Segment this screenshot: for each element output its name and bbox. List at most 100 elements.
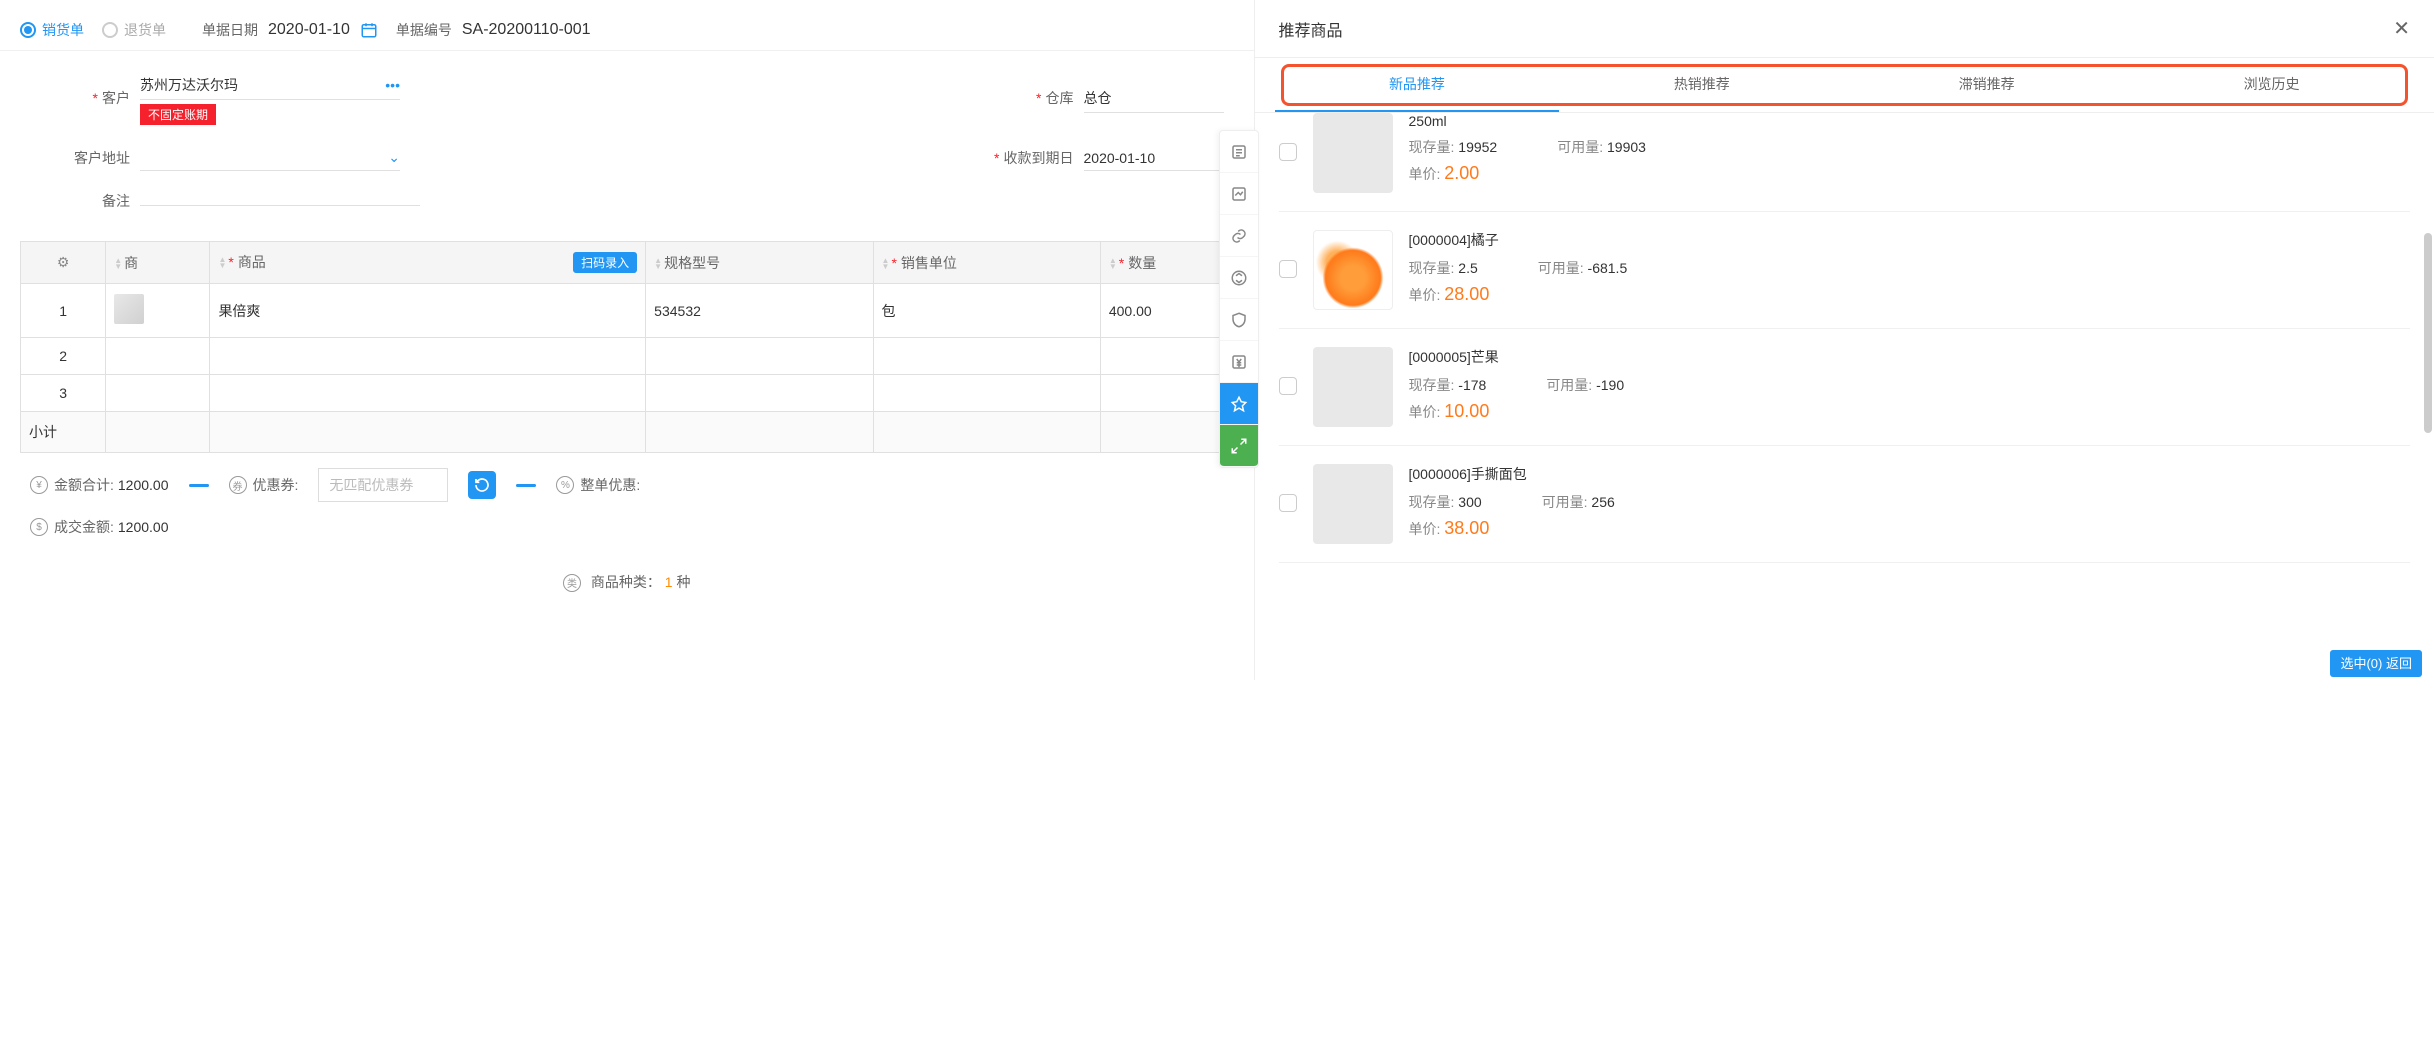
row-product[interactable]: 果倍爽: [210, 284, 646, 338]
account-period-badge: 不固定账期: [140, 104, 216, 125]
doc-date-value[interactable]: 2020-01-10: [268, 21, 350, 39]
row-thumb: [106, 375, 210, 412]
subtotal-label: 小计: [21, 412, 106, 453]
total-value: 1200.00: [118, 477, 169, 493]
product-checkbox[interactable]: [1279, 494, 1297, 512]
row-index: 3: [21, 375, 106, 412]
product-image: [1313, 230, 1393, 310]
product-name: [0000006]手撕面包: [1409, 464, 2410, 484]
col-spec[interactable]: 规格型号: [664, 255, 720, 271]
product-checkbox[interactable]: [1279, 143, 1297, 161]
row-spec[interactable]: [646, 375, 873, 412]
currency-icon[interactable]: [1220, 341, 1258, 383]
product-row: [0000005]芒果现存量: -178可用量: -190单价: 10.00: [1279, 329, 2410, 446]
refresh-button[interactable]: [468, 471, 496, 499]
chevron-down-icon[interactable]: ⌄: [388, 149, 400, 166]
product-type-label: 商品种类：: [591, 574, 661, 590]
tab-hot-sales[interactable]: 热销推荐: [1559, 58, 1844, 112]
table-row[interactable]: 2: [21, 338, 1234, 375]
stock-value: 19952: [1458, 139, 1497, 155]
avail-value: 256: [1591, 494, 1614, 510]
more-icon[interactable]: •••: [385, 77, 400, 93]
coupon-label: 优惠券:: [253, 475, 299, 495]
row-index: 1: [21, 284, 106, 338]
address-field[interactable]: ⌄: [140, 145, 400, 171]
row-index: 2: [21, 338, 106, 375]
col-unit[interactable]: 销售单位: [901, 255, 957, 271]
row-qty[interactable]: [1100, 338, 1233, 375]
row-thumb: [106, 338, 210, 375]
col-qty[interactable]: 数量: [1128, 255, 1156, 271]
calendar-icon[interactable]: [360, 21, 378, 39]
product-checkbox[interactable]: [1279, 260, 1297, 278]
warehouse-label: 仓库: [1046, 90, 1074, 106]
price-label: 单价:: [1409, 404, 1441, 420]
close-icon[interactable]: ✕: [2393, 16, 2410, 41]
coupon-icon: 券: [229, 476, 247, 494]
customer-label: 客户: [102, 90, 130, 106]
total-label: 金额合计:: [54, 475, 114, 495]
duedate-field[interactable]: 2020-01-10: [1084, 146, 1224, 171]
table-row[interactable]: 1 果倍爽534532包400.00: [21, 284, 1234, 338]
product-name: [0000004]橘子: [1409, 230, 2410, 250]
row-product[interactable]: [210, 375, 646, 412]
col-product[interactable]: 商品: [238, 254, 266, 270]
row-product[interactable]: [210, 338, 646, 375]
transfer-icon[interactable]: [1220, 257, 1258, 299]
stock-label: 现存量:: [1409, 260, 1455, 276]
row-spec[interactable]: [646, 338, 873, 375]
row-spec[interactable]: 534532: [646, 284, 873, 338]
row-qty[interactable]: 400.00: [1100, 284, 1233, 338]
stock-label: 现存量:: [1409, 494, 1455, 510]
warehouse-field[interactable]: 总仓: [1084, 84, 1224, 113]
coupon-input[interactable]: 无匹配优惠券: [318, 468, 448, 502]
tab-slow-moving[interactable]: 滞销推荐: [1844, 58, 2129, 112]
avail-label: 可用量:: [1557, 139, 1603, 155]
recommend-tabs: 新品推荐 热销推荐 滞销推荐 浏览历史: [1255, 58, 2434, 113]
row-thumb: [106, 284, 210, 338]
product-name: [0000005]芒果: [1409, 347, 2410, 367]
avail-value: 19903: [1607, 139, 1646, 155]
deal-icon: $: [30, 518, 48, 536]
price-label: 单价:: [1409, 521, 1441, 537]
col-thumb[interactable]: 商: [124, 255, 138, 271]
price-value: 38.00: [1444, 518, 1489, 538]
selected-return-button[interactable]: 选中(0) 返回: [2330, 650, 2422, 677]
avail-label: 可用量:: [1538, 260, 1584, 276]
tab-new-products[interactable]: 新品推荐: [1275, 58, 1560, 112]
row-unit[interactable]: 包: [873, 284, 1100, 338]
doc-date-label: 单据日期: [202, 20, 258, 40]
row-unit[interactable]: [873, 338, 1100, 375]
list-icon[interactable]: [1220, 131, 1258, 173]
tab-sales-order[interactable]: 销货单: [20, 20, 84, 40]
scrollbar[interactable]: [2424, 233, 2432, 433]
avail-label: 可用量:: [1542, 494, 1588, 510]
table-row[interactable]: 3: [21, 375, 1234, 412]
gear-icon[interactable]: ⚙: [57, 254, 70, 270]
star-icon[interactable]: [1220, 383, 1258, 425]
tab-browse-history[interactable]: 浏览历史: [2129, 58, 2414, 112]
link-icon[interactable]: [1220, 215, 1258, 257]
side-toolbar: [1219, 130, 1259, 468]
expand-icon[interactable]: [1220, 425, 1258, 467]
product-type-count: 1: [665, 574, 673, 590]
row-unit[interactable]: [873, 375, 1100, 412]
stock-value: 2.5: [1458, 260, 1477, 276]
tab-return-order[interactable]: 退货单: [102, 20, 166, 40]
scan-input-button[interactable]: 扫码录入: [573, 252, 637, 273]
duedate-label: 收款到期日: [1004, 150, 1074, 166]
row-qty[interactable]: [1100, 375, 1233, 412]
stock-value: -178: [1458, 377, 1486, 393]
avail-value: -190: [1596, 377, 1624, 393]
avail-label: 可用量:: [1546, 377, 1592, 393]
product-checkbox[interactable]: [1279, 377, 1297, 395]
dash-icon: [516, 484, 536, 487]
shield-icon[interactable]: [1220, 299, 1258, 341]
customer-field[interactable]: 苏州万达沃尔玛 •••: [140, 71, 400, 100]
chart-icon[interactable]: [1220, 173, 1258, 215]
recommend-panel-title: 推荐商品: [1279, 17, 1343, 41]
yen-icon: ¥: [30, 476, 48, 494]
stock-label: 现存量:: [1409, 377, 1455, 393]
remark-field[interactable]: [140, 197, 420, 206]
product-row: 250ml现存量: 19952可用量: 19903单价: 2.00: [1279, 113, 2410, 212]
